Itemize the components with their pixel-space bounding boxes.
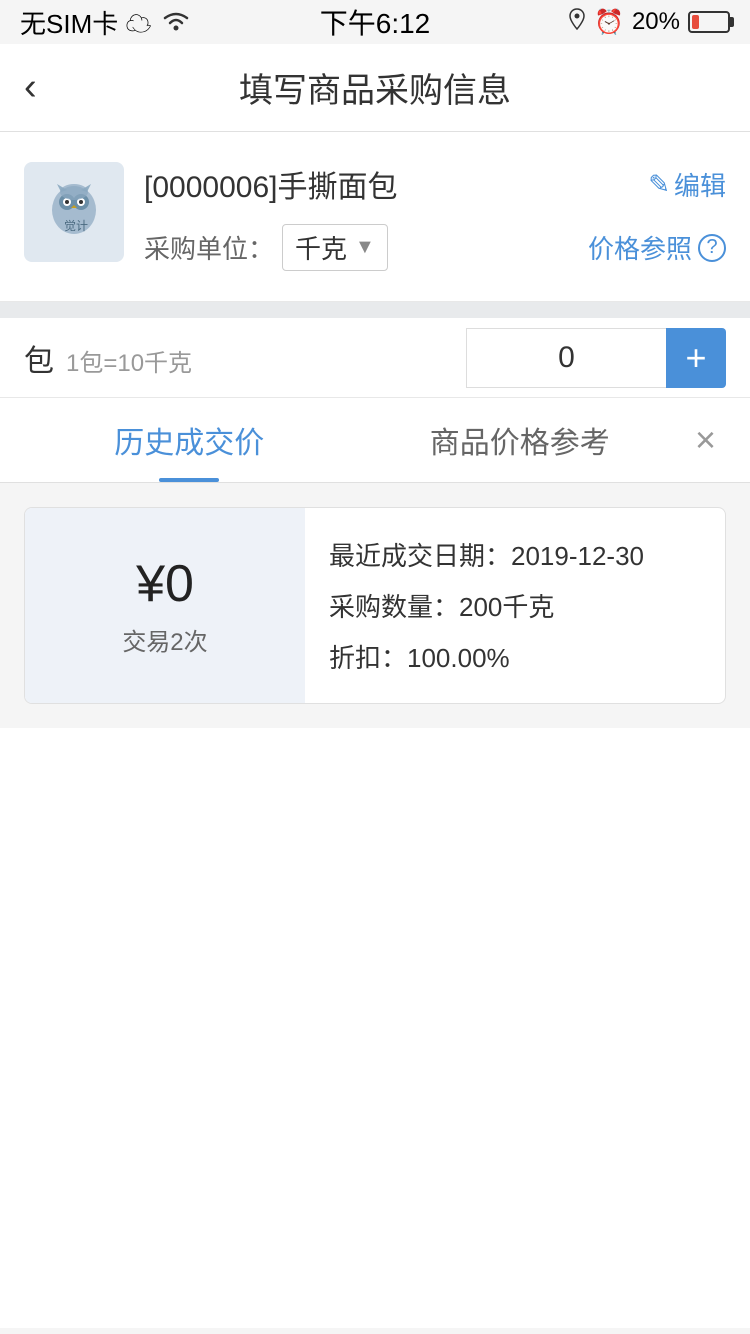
unit-select[interactable]: 千克 ▼: [282, 224, 388, 271]
recent-date-row: 最近成交日期：2019-12-30: [329, 536, 701, 573]
tab-history-label: 历史成交价: [114, 418, 264, 462]
help-icon: ?: [698, 234, 726, 262]
tabs-container: 历史成交价 商品价格参考 ×: [0, 398, 750, 483]
content-body: [0, 728, 750, 1328]
product-name: [0000006]手撕面包: [144, 162, 397, 206]
history-price-right: 最近成交日期：2019-12-30 采购数量：200千克 折扣：100.00%: [305, 508, 725, 703]
product-header: [0000006]手撕面包 ✎ 编辑: [144, 162, 726, 206]
qty-row: 采购数量：200千克: [329, 587, 701, 624]
discount-row: 折扣：100.00%: [329, 638, 701, 675]
status-right: ⏰ 20%: [568, 8, 730, 37]
tab-active-indicator: [159, 478, 219, 482]
tab-history-price[interactable]: 历史成交价: [24, 398, 354, 482]
qty-conversion: 1包=10千克: [66, 343, 192, 378]
section-divider: [0, 302, 750, 318]
product-info: [0000006]手撕面包 ✎ 编辑 采购单位： 千克 ▼ 价格参照 ?: [144, 162, 726, 271]
edit-icon: ✎: [648, 169, 670, 200]
carrier-text: 无SIM卡 ☁: [20, 4, 151, 41]
product-logo: 觉计: [39, 172, 109, 252]
status-bar: 无SIM卡 ☁ 下午6:12 ⏰ 20%: [0, 0, 750, 44]
qty-plus-button[interactable]: +: [666, 328, 726, 388]
tabs-header: 历史成交价 商品价格参考 ×: [0, 398, 750, 482]
back-button[interactable]: ‹: [24, 66, 37, 109]
status-left: 无SIM卡 ☁: [20, 4, 191, 41]
history-price-card: ¥0 交易2次 最近成交日期：2019-12-30 采购数量：200千克 折扣：…: [24, 507, 726, 704]
qty-input[interactable]: [466, 328, 666, 388]
battery-icon: [688, 11, 730, 33]
location-icon: [568, 8, 586, 37]
page-title: 填写商品采购信息: [239, 63, 511, 112]
tab-price-ref[interactable]: 商品价格参考: [354, 398, 684, 482]
qty-left: 包 1包=10千克: [24, 336, 192, 380]
edit-label: 编辑: [674, 166, 726, 203]
tab-close-button[interactable]: ×: [685, 419, 726, 461]
qty-unit: 包: [24, 336, 54, 380]
discount-value: 100.00%: [407, 643, 510, 673]
wifi-icon: [161, 7, 191, 38]
history-price-left: ¥0 交易2次: [25, 508, 305, 703]
history-price-value: ¥0: [136, 554, 194, 614]
quantity-row: 包 1包=10千克 +: [0, 318, 750, 398]
price-number: 0: [165, 555, 194, 613]
edit-button[interactable]: ✎ 编辑: [648, 166, 726, 203]
price-ref-button[interactable]: 价格参照 ?: [588, 229, 726, 266]
recent-date-label: 最近成交日期：: [329, 541, 511, 571]
recent-date-value: 2019-12-30: [511, 541, 644, 571]
product-unit-row: 采购单位： 千克 ▼ 价格参照 ?: [144, 224, 726, 271]
unit-label: 采购单位：: [144, 229, 274, 266]
svg-text:觉计: 觉计: [64, 219, 88, 233]
product-card: 觉计 [0000006]手撕面包 ✎ 编辑 采购单位： 千克 ▼ 价格参照 ?: [0, 132, 750, 302]
chevron-down-icon: ▼: [355, 236, 375, 259]
tab-price-ref-label: 商品价格参考: [430, 418, 610, 462]
battery-percent: 20%: [632, 8, 680, 36]
price-ref-label: 价格参照: [588, 229, 692, 266]
qty-detail-value: 200千克: [459, 592, 554, 622]
history-trades: 交易2次: [122, 622, 207, 657]
unit-value: 千克: [295, 229, 347, 266]
discount-label: 折扣：: [329, 643, 407, 673]
qty-right: +: [466, 328, 726, 388]
product-thumbnail: 觉计: [24, 162, 124, 262]
qty-detail-label: 采购数量：: [329, 592, 459, 622]
currency-symbol: ¥: [136, 555, 165, 613]
nav-bar: ‹ 填写商品采购信息: [0, 44, 750, 132]
status-time: 下午6:12: [320, 2, 431, 42]
alarm-icon: ⏰: [594, 8, 624, 37]
